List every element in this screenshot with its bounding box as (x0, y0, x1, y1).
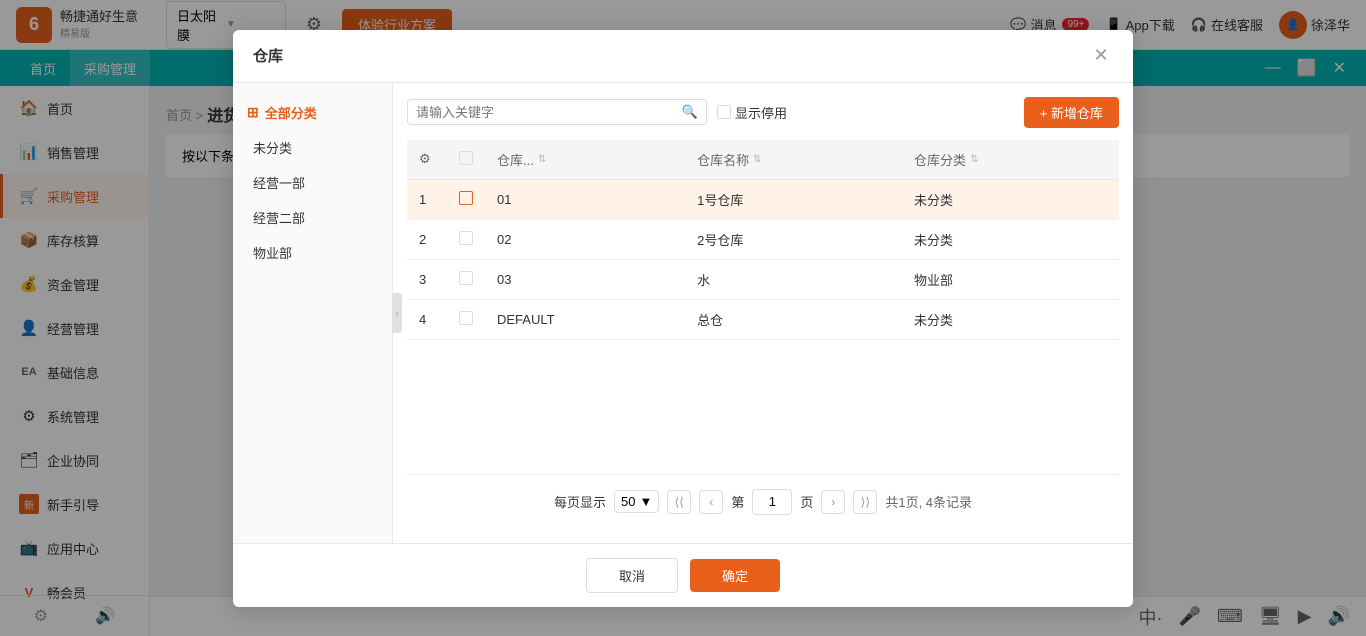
cell-checkbox[interactable] (447, 179, 485, 219)
show-disabled-checkbox[interactable] (717, 105, 731, 119)
table-row[interactable]: 3 03 水 物业部 (407, 259, 1119, 299)
cat-item-unclassified[interactable]: 未分类 (233, 130, 392, 165)
cell-category: 未分类 (902, 219, 1119, 259)
sort-name[interactable]: 仓库名称 ⇅ (697, 150, 890, 169)
cell-category: 未分类 (902, 179, 1119, 219)
cell-no: 4 (407, 299, 447, 339)
modal-overlay: 仓库 ✕ ⊞ 全部分类 未分类 经营一部 经营二部 物业部 ‹ (0, 0, 1366, 636)
table-row[interactable]: 2 02 2号仓库 未分类 (407, 219, 1119, 259)
sort-code-icon: ⇅ (538, 154, 546, 165)
cell-name: 1号仓库 (685, 179, 902, 219)
cell-no: 2 (407, 219, 447, 259)
th-checkbox (447, 140, 485, 180)
modal-main-area: 🔍 显示停用 + 新增仓库 ⚙ (393, 83, 1133, 543)
settings-icon: ⚙ (419, 151, 431, 166)
search-icon[interactable]: 🔍 (682, 104, 698, 120)
first-page-button[interactable]: ⟨⟨ (667, 490, 691, 514)
search-input[interactable] (416, 105, 682, 120)
last-page-button[interactable]: ⟩⟩ (853, 490, 877, 514)
cell-category: 物业部 (902, 259, 1119, 299)
modal-category-sidebar: ⊞ 全部分类 未分类 经营一部 经营二部 物业部 ‹ (233, 83, 393, 543)
cell-checkbox[interactable] (447, 219, 485, 259)
table-row[interactable]: 1 01 1号仓库 未分类 (407, 179, 1119, 219)
th-settings: ⚙ (407, 140, 447, 180)
modal-toolbar: 🔍 显示停用 + 新增仓库 (407, 97, 1119, 128)
cell-name: 2号仓库 (685, 219, 902, 259)
next-page-button[interactable]: › (821, 490, 845, 514)
total-info: 共1页, 4条记录 (885, 492, 972, 511)
sort-code[interactable]: 仓库... ⇅ (497, 150, 673, 169)
show-disabled-toggle[interactable]: 显示停用 (717, 103, 787, 122)
cell-checkbox[interactable] (447, 259, 485, 299)
all-category-label: 全部分类 (265, 103, 317, 122)
collapse-icon: ‹ (396, 308, 399, 318)
sort-category[interactable]: 仓库分类 ⇅ (914, 150, 1107, 169)
per-page-value: 50 (621, 494, 635, 509)
prev-page-button[interactable]: ‹ (699, 490, 723, 514)
cell-no: 3 (407, 259, 447, 299)
cell-no: 1 (407, 179, 447, 219)
per-page-select[interactable]: 50 ▼ (614, 490, 659, 513)
cell-category: 未分类 (902, 299, 1119, 339)
table-container: ⚙ 仓库... ⇅ (407, 140, 1119, 474)
cell-code: 01 (485, 179, 685, 219)
modal-title: 仓库 (253, 45, 1089, 66)
page-label: 第 (731, 492, 744, 511)
modal-footer: 取消 确定 (233, 543, 1133, 607)
cancel-button[interactable]: 取消 (586, 558, 678, 593)
confirm-button[interactable]: 确定 (690, 559, 780, 592)
modal-close-button[interactable]: ✕ (1089, 44, 1113, 68)
grid-icon: ⊞ (247, 104, 259, 121)
sort-name-icon: ⇅ (753, 154, 761, 165)
all-category-item[interactable]: ⊞ 全部分类 (233, 95, 392, 130)
header-checkbox[interactable] (459, 151, 473, 165)
table-row[interactable]: 4 DEFAULT 总仓 未分类 (407, 299, 1119, 339)
cell-code: DEFAULT (485, 299, 685, 339)
th-code: 仓库... ⇅ (485, 140, 685, 180)
page-unit: 页 (800, 492, 813, 511)
cat-item-property[interactable]: 物业部 (233, 235, 392, 270)
cell-name: 水 (685, 259, 902, 299)
modal-body: ⊞ 全部分类 未分类 经营一部 经营二部 物业部 ‹ 🔍 (233, 83, 1133, 543)
modal-header: 仓库 ✕ (233, 30, 1133, 83)
cell-checkbox[interactable] (447, 299, 485, 339)
add-warehouse-button[interactable]: + 新增仓库 (1024, 97, 1119, 128)
page-input[interactable] (752, 489, 792, 515)
show-disabled-label: 显示停用 (735, 103, 787, 122)
warehouse-table: ⚙ 仓库... ⇅ (407, 140, 1119, 340)
cell-name: 总仓 (685, 299, 902, 339)
pagination: 每页显示 50 ▼ ⟨⟨ ‹ 第 页 › ⟩⟩ 共1页, 4条记录 (407, 474, 1119, 529)
sort-category-icon: ⇅ (970, 154, 978, 165)
th-category: 仓库分类 ⇅ (902, 140, 1119, 180)
cell-code: 03 (485, 259, 685, 299)
per-page-arrow: ▼ (639, 494, 652, 509)
search-box: 🔍 (407, 99, 707, 125)
th-name: 仓库名称 ⇅ (685, 140, 902, 180)
cat-item-ops2[interactable]: 经营二部 (233, 200, 392, 235)
sidebar-collapse-button[interactable]: ‹ (392, 293, 402, 333)
cell-code: 02 (485, 219, 685, 259)
warehouse-modal: 仓库 ✕ ⊞ 全部分类 未分类 经营一部 经营二部 物业部 ‹ (233, 30, 1133, 607)
per-page-label: 每页显示 (554, 492, 606, 511)
cat-item-ops1[interactable]: 经营一部 (233, 165, 392, 200)
table-header-row: ⚙ 仓库... ⇅ (407, 140, 1119, 180)
